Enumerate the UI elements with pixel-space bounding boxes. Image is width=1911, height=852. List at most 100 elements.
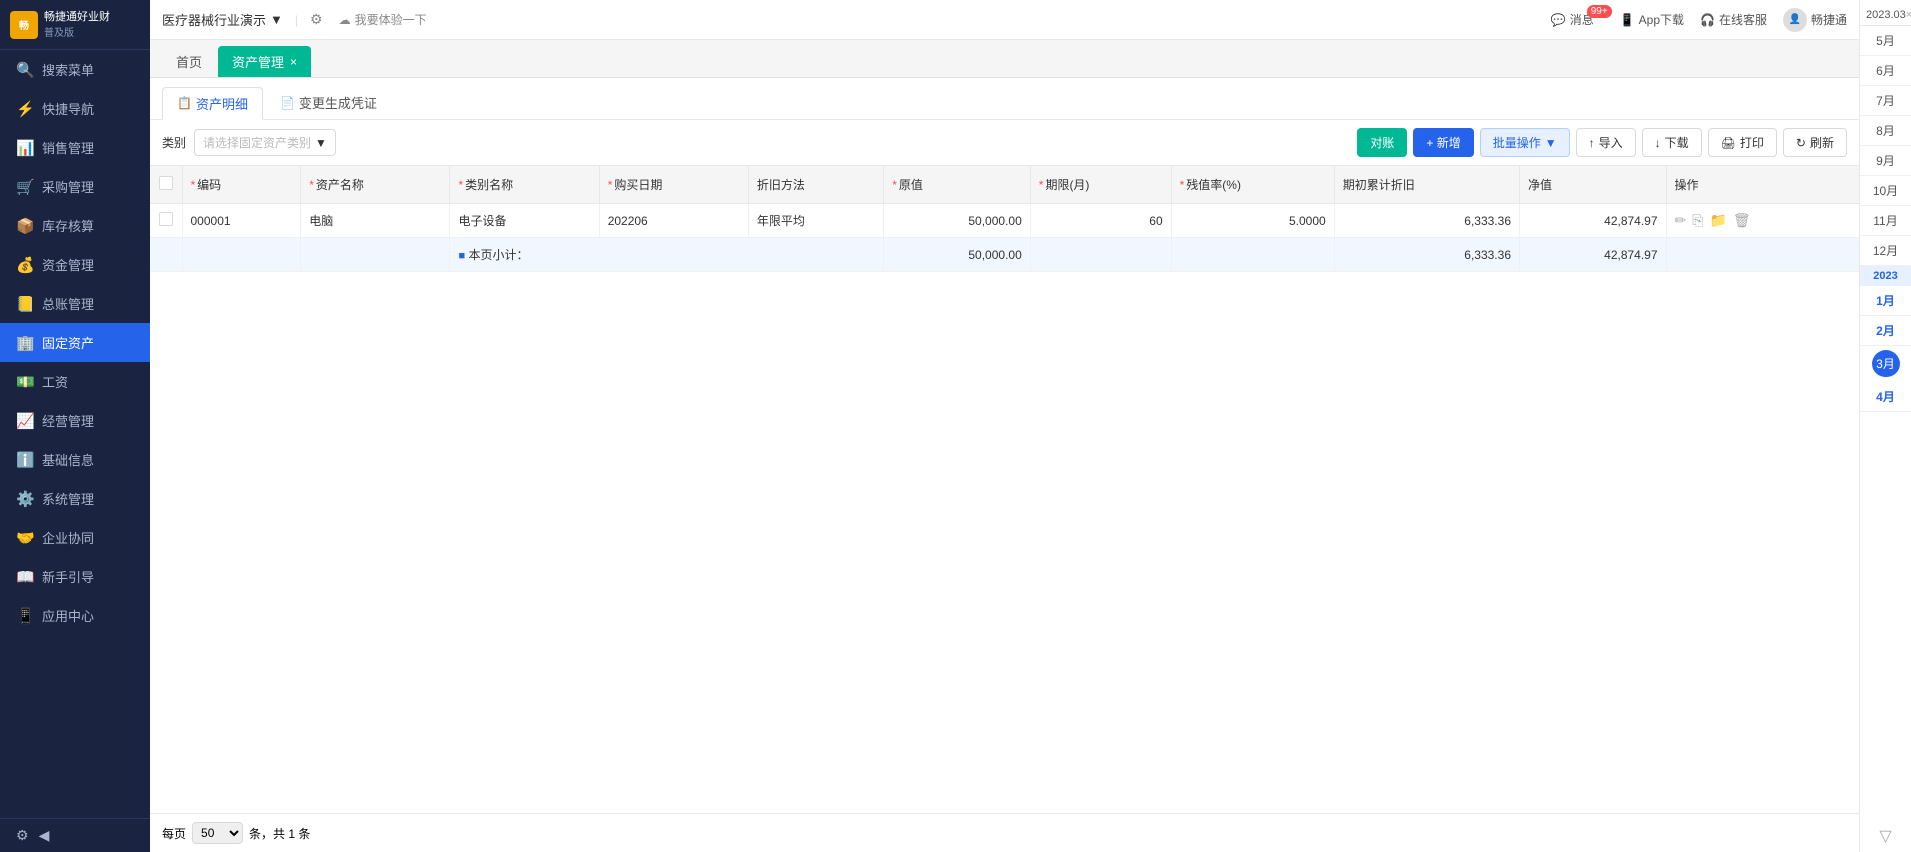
sidebar-item-label: 经营管理 [42, 411, 94, 430]
delete-icon[interactable]: 🗑 [1733, 212, 1751, 229]
header-checkbox[interactable] [159, 176, 173, 190]
message-button[interactable]: 💬 消息 99+ [1551, 11, 1604, 28]
rp-month-item[interactable]: 6月 [1860, 56, 1911, 86]
rp-month-item[interactable]: 4月 [1860, 382, 1911, 412]
sidebar-item-ledger[interactable]: 📒总账管理 [0, 284, 150, 323]
sub-tab-asset-detail[interactable]: 📋 资产明细 [162, 87, 263, 120]
sidebar-item-quick-nav[interactable]: ⚡快捷导航 [0, 89, 150, 128]
subtotal-empty1 [150, 238, 182, 272]
experience-button[interactable]: ☁ 我要体验一下 [339, 11, 427, 28]
rp-prev-year-section: 5月6月7月8月9月10月11月12月 [1860, 26, 1911, 266]
rp-month-item[interactable]: 10月 [1860, 176, 1911, 206]
rp-months-prev: 5月6月7月8月9月10月11月12月20231月2月 3月 4月 [1860, 26, 1911, 412]
sidebar-item-label: 资金管理 [42, 255, 94, 274]
rp-month-item[interactable]: 7月 [1860, 86, 1911, 116]
add-button[interactable]: + 新增 [1413, 128, 1473, 157]
user-menu[interactable]: 👤 畅捷通 [1783, 8, 1847, 32]
sidebar-item-fixed-asset[interactable]: 🏢固定资产 [0, 323, 150, 362]
sidebar-item-sales[interactable]: 📊销售管理 [0, 128, 150, 167]
cell-category: 电子设备 [450, 204, 599, 238]
main-content: 医疗器械行业演示 ▼ | ⚙ ☁ 我要体验一下 💬 消息 99+ 📱 App下载… [150, 0, 1859, 852]
logo-icon: 畅 [10, 11, 38, 39]
cloud-icon: ☁ [339, 13, 351, 27]
rp-month-item[interactable]: 1月 [1860, 286, 1911, 316]
download-button[interactable]: ↓ 下载 [1642, 128, 1702, 157]
message-badge: 99+ [1587, 5, 1612, 18]
filter-dropdown-icon: ▼ [315, 136, 327, 150]
cell-code: 000001 [182, 204, 301, 238]
rp-month-item[interactable]: 11月 [1860, 206, 1911, 236]
cell-initial-accumulated: 6,333.36 [1334, 204, 1519, 238]
fixed-asset-icon: 🏢 [16, 334, 34, 352]
subtotal-initial-accumulated: 6,333.36 [1334, 238, 1519, 272]
search-icon: 🔍 [16, 61, 34, 79]
download-icon: 📱 [1620, 13, 1635, 27]
rp-current-year-label: 2023 [1860, 266, 1911, 286]
archive-icon[interactable]: 📁 [1709, 212, 1726, 229]
batch-button[interactable]: 批量操作 ▼ [1480, 128, 1570, 157]
sub-tab-voucher[interactable]: 📄 变更生成凭证 [265, 86, 392, 119]
import-button[interactable]: ↑ 导入 [1576, 128, 1636, 157]
service-icon: 🎧 [1700, 13, 1715, 27]
app-download-button[interactable]: 📱 App下载 [1620, 11, 1684, 28]
rp-month-item[interactable]: 8月 [1860, 116, 1911, 146]
tab-close-icon[interactable]: × [290, 55, 297, 69]
right-panel: 2023.03 × ⟩ 5月6月7月8月9月10月11月12月20231月2月3… [1859, 0, 1911, 852]
import-icon: ↑ [1589, 136, 1595, 150]
rp-down-icon[interactable]: ▽ [1879, 828, 1891, 845]
reconcile-button[interactable]: 对账 [1357, 128, 1407, 157]
company-selector[interactable]: 医疗器械行业演示 ▼ [162, 10, 283, 29]
sales-icon: 📊 [16, 139, 34, 157]
sidebar-item-purchase[interactable]: 🛒采购管理 [0, 167, 150, 206]
edit-icon[interactable]: ✏ [1675, 212, 1687, 229]
tab-asset-label: 资产管理 [232, 52, 284, 71]
rp-close-icon[interactable]: × [1906, 9, 1911, 21]
basic-info-icon: ℹ️ [16, 451, 34, 469]
sidebar-item-label: 采购管理 [42, 177, 94, 196]
sidebar-item-search[interactable]: 🔍搜索菜单 [0, 50, 150, 89]
header-name: *资产名称 [301, 166, 450, 204]
ledger-icon: 📒 [16, 295, 34, 313]
rp-month-item[interactable]: 9月 [1860, 146, 1911, 176]
sidebar-item-guide[interactable]: 📖新手引导 [0, 557, 150, 596]
sidebar-item-system[interactable]: ⚙️系统管理 [0, 479, 150, 518]
settings-icon[interactable]: ⚙ [16, 827, 29, 844]
company-name: 医疗器械行业演示 [162, 10, 266, 29]
print-button[interactable]: 🖨 打印 [1708, 128, 1777, 157]
refresh-button[interactable]: ↻ 刷新 [1783, 128, 1847, 157]
sub-tabs: 📋 资产明细 📄 变更生成凭证 [150, 78, 1859, 120]
sidebar-item-app-center[interactable]: 📱应用中心 [0, 596, 150, 635]
tab-home[interactable]: 首页 [162, 46, 216, 77]
sidebar-item-basic-info[interactable]: ℹ️基础信息 [0, 440, 150, 479]
header-depreciation-method: 折旧方法 [748, 166, 883, 204]
settings-gear-icon[interactable]: ⚙ [310, 11, 323, 28]
rp-month-item[interactable]: 12月 [1860, 236, 1911, 266]
row-checkbox[interactable] [159, 212, 173, 226]
cell-residual-rate: 5.0000 [1171, 204, 1334, 238]
collapse-icon[interactable]: ◀ [39, 827, 50, 844]
sidebar-bottom: ⚙ ◀ [0, 818, 150, 852]
category-select[interactable]: 请选择固定资产类别 ▼ [194, 129, 336, 156]
sidebar-item-label: 库存核算 [42, 216, 94, 235]
sidebar-item-enterprise[interactable]: 🤝企业协同 [0, 518, 150, 557]
rp-month-item[interactable]: 5月 [1860, 26, 1911, 56]
copy-icon[interactable]: ⎘ [1692, 212, 1703, 229]
sidebar-item-label: 应用中心 [42, 606, 94, 625]
sidebar-item-payroll[interactable]: 💵工资 [0, 362, 150, 401]
tab-asset-management[interactable]: 资产管理 × [218, 46, 311, 77]
row-checkbox-cell [150, 204, 182, 238]
company-dropdown-icon: ▼ [270, 12, 283, 27]
total-label: 条，共 1 条 [249, 825, 310, 842]
page-size-select[interactable]: 50 10 20 100 [192, 822, 243, 844]
rp-month-item[interactable]: 2月 [1860, 316, 1911, 346]
subtotal-empty2 [182, 238, 301, 272]
online-service-label: 在线客服 [1719, 11, 1767, 28]
online-service-button[interactable]: 🎧 在线客服 [1700, 11, 1767, 28]
header-original-value: *原值 [884, 166, 1031, 204]
sidebar-item-inventory[interactable]: 📦库存核算 [0, 206, 150, 245]
sidebar-item-business[interactable]: 📈经营管理 [0, 401, 150, 440]
rp-month-item[interactable]: 3月 [1872, 350, 1900, 378]
system-icon: ⚙️ [16, 490, 34, 508]
pagination: 每页 50 10 20 100 条，共 1 条 [150, 813, 1859, 852]
sidebar-item-fund[interactable]: 💰资金管理 [0, 245, 150, 284]
